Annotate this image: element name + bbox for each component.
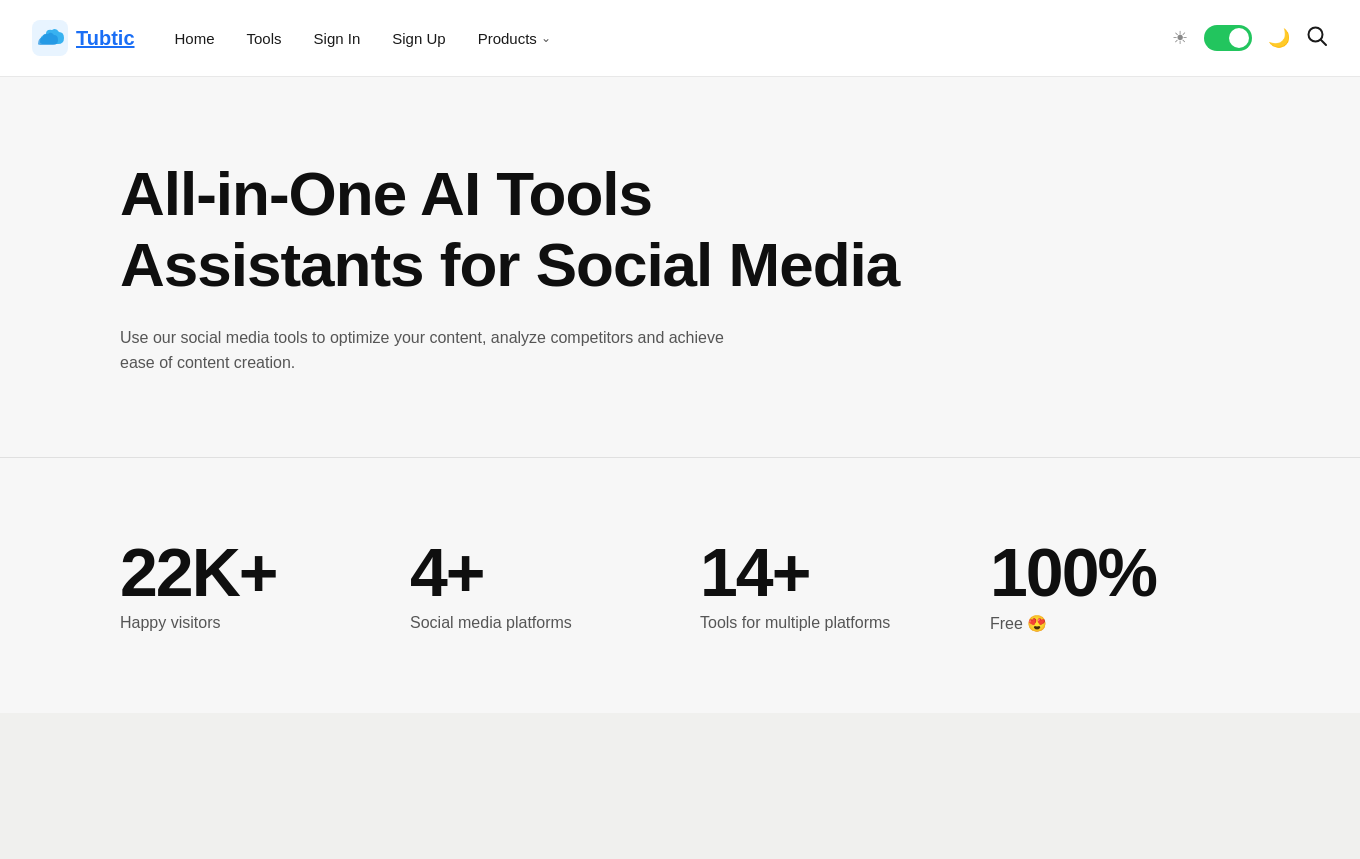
svg-line-2	[1321, 39, 1326, 44]
stat-free-label: Free 😍	[990, 614, 1280, 633]
stat-tools: 14+ Tools for multiple platforms	[700, 538, 990, 633]
stat-platforms: 4+ Social media platforms	[410, 538, 700, 633]
hero-section: All-in-One AI Tools Assistants for Socia…	[0, 77, 1360, 457]
stat-free: 100% Free 😍	[990, 538, 1280, 633]
stat-visitors-number: 22K+	[120, 538, 410, 606]
nav-signup[interactable]: Sign Up	[392, 30, 445, 47]
stat-tools-label: Tools for multiple platforms	[700, 614, 990, 632]
stat-tools-number: 14+	[700, 538, 990, 606]
stat-visitors-label: Happy visitors	[120, 614, 410, 632]
main-content: All-in-One AI Tools Assistants for Socia…	[0, 0, 1360, 859]
stat-free-number: 100%	[990, 538, 1280, 606]
logo-link[interactable]: Tubtic	[32, 20, 135, 56]
stats-section: 22K+ Happy visitors 4+ Social media plat…	[0, 458, 1360, 713]
logo-icon	[32, 20, 68, 56]
chevron-down-icon: ⌄	[541, 31, 551, 45]
logo-text: Tubtic	[76, 27, 135, 50]
nav-home[interactable]: Home	[175, 30, 215, 47]
nav-tools[interactable]: Tools	[247, 30, 282, 47]
stat-visitors: 22K+ Happy visitors	[120, 538, 410, 633]
bottom-area	[0, 713, 1360, 859]
stat-platforms-label: Social media platforms	[410, 614, 700, 632]
stat-platforms-number: 4+	[410, 538, 700, 606]
nav-right-controls: ☀ 🌙	[1172, 25, 1328, 52]
moon-icon[interactable]: 🌙	[1268, 27, 1290, 49]
navbar: Tubtic Home Tools Sign In Sign Up Produc…	[0, 0, 1360, 77]
theme-toggle[interactable]	[1204, 25, 1252, 51]
sun-icon[interactable]: ☀	[1172, 27, 1188, 49]
search-icon[interactable]	[1306, 25, 1328, 52]
hero-title: All-in-One AI Tools Assistants for Socia…	[120, 158, 900, 301]
nav-signin[interactable]: Sign In	[314, 30, 361, 47]
hero-subtitle: Use our social media tools to optimize y…	[120, 325, 740, 376]
nav-links: Home Tools Sign In Sign Up Products ⌄	[175, 30, 1172, 47]
nav-products[interactable]: Products ⌄	[478, 30, 551, 47]
